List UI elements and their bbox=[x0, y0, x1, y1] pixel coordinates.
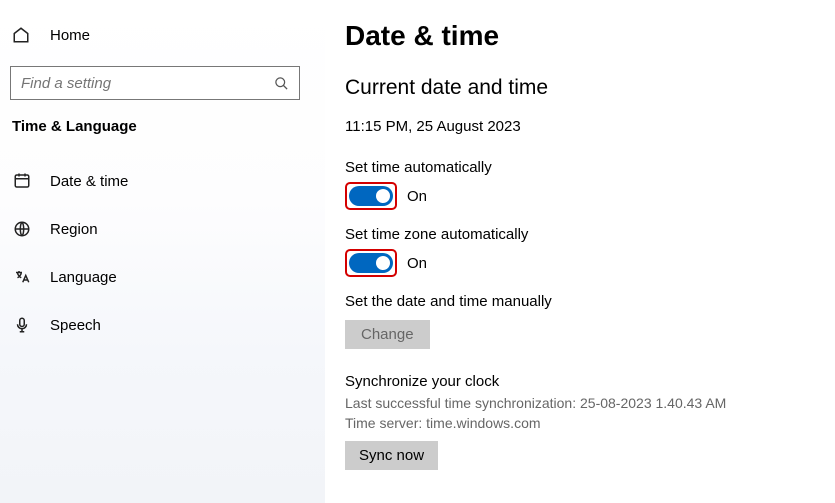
page-title: Date & time bbox=[345, 20, 815, 52]
main-content: Date & time Current date and time 11:15 … bbox=[325, 0, 835, 503]
highlight-box bbox=[345, 249, 397, 277]
current-heading: Current date and time bbox=[345, 76, 815, 100]
set-tz-auto-toggle[interactable] bbox=[349, 253, 393, 273]
sidebar-item-speech[interactable]: Speech bbox=[10, 305, 315, 345]
sidebar-item-label: Speech bbox=[50, 317, 101, 334]
search-input[interactable] bbox=[21, 75, 274, 92]
set-time-auto-toggle[interactable] bbox=[349, 186, 393, 206]
search-icon bbox=[274, 76, 289, 91]
language-icon bbox=[12, 267, 32, 287]
sidebar-item-label: Region bbox=[50, 221, 98, 238]
microphone-icon bbox=[12, 315, 32, 335]
sync-last: Last successful time synchronization: 25… bbox=[345, 395, 726, 411]
set-time-auto-label: Set time automatically bbox=[345, 159, 815, 176]
section-title: Time & Language bbox=[10, 118, 315, 135]
set-tz-auto-state: On bbox=[407, 255, 427, 272]
globe-icon bbox=[12, 219, 32, 239]
search-box[interactable] bbox=[10, 66, 300, 100]
set-tz-auto-label: Set time zone automatically bbox=[345, 226, 815, 243]
change-button: Change bbox=[345, 320, 430, 349]
sidebar-item-region[interactable]: Region bbox=[10, 209, 315, 249]
set-time-auto-state: On bbox=[407, 188, 427, 205]
sync-info: Last successful time synchronization: 25… bbox=[345, 394, 815, 433]
sidebar-item-date-time[interactable]: Date & time bbox=[10, 161, 315, 201]
sync-now-button[interactable]: Sync now bbox=[345, 441, 438, 470]
highlight-box bbox=[345, 182, 397, 210]
sidebar: Home Time & Language Date & time Region bbox=[0, 0, 325, 503]
home-icon bbox=[12, 26, 30, 44]
current-datetime: 11:15 PM, 25 August 2023 bbox=[345, 118, 815, 135]
manual-label: Set the date and time manually bbox=[345, 293, 815, 310]
sidebar-item-language[interactable]: Language bbox=[10, 257, 315, 297]
home-label: Home bbox=[50, 27, 90, 44]
sync-label: Synchronize your clock bbox=[345, 373, 815, 390]
sync-server: Time server: time.windows.com bbox=[345, 415, 541, 431]
sidebar-item-label: Language bbox=[50, 269, 117, 286]
home-nav[interactable]: Home bbox=[10, 20, 315, 50]
date-time-icon bbox=[12, 171, 32, 191]
sidebar-item-label: Date & time bbox=[50, 173, 128, 190]
